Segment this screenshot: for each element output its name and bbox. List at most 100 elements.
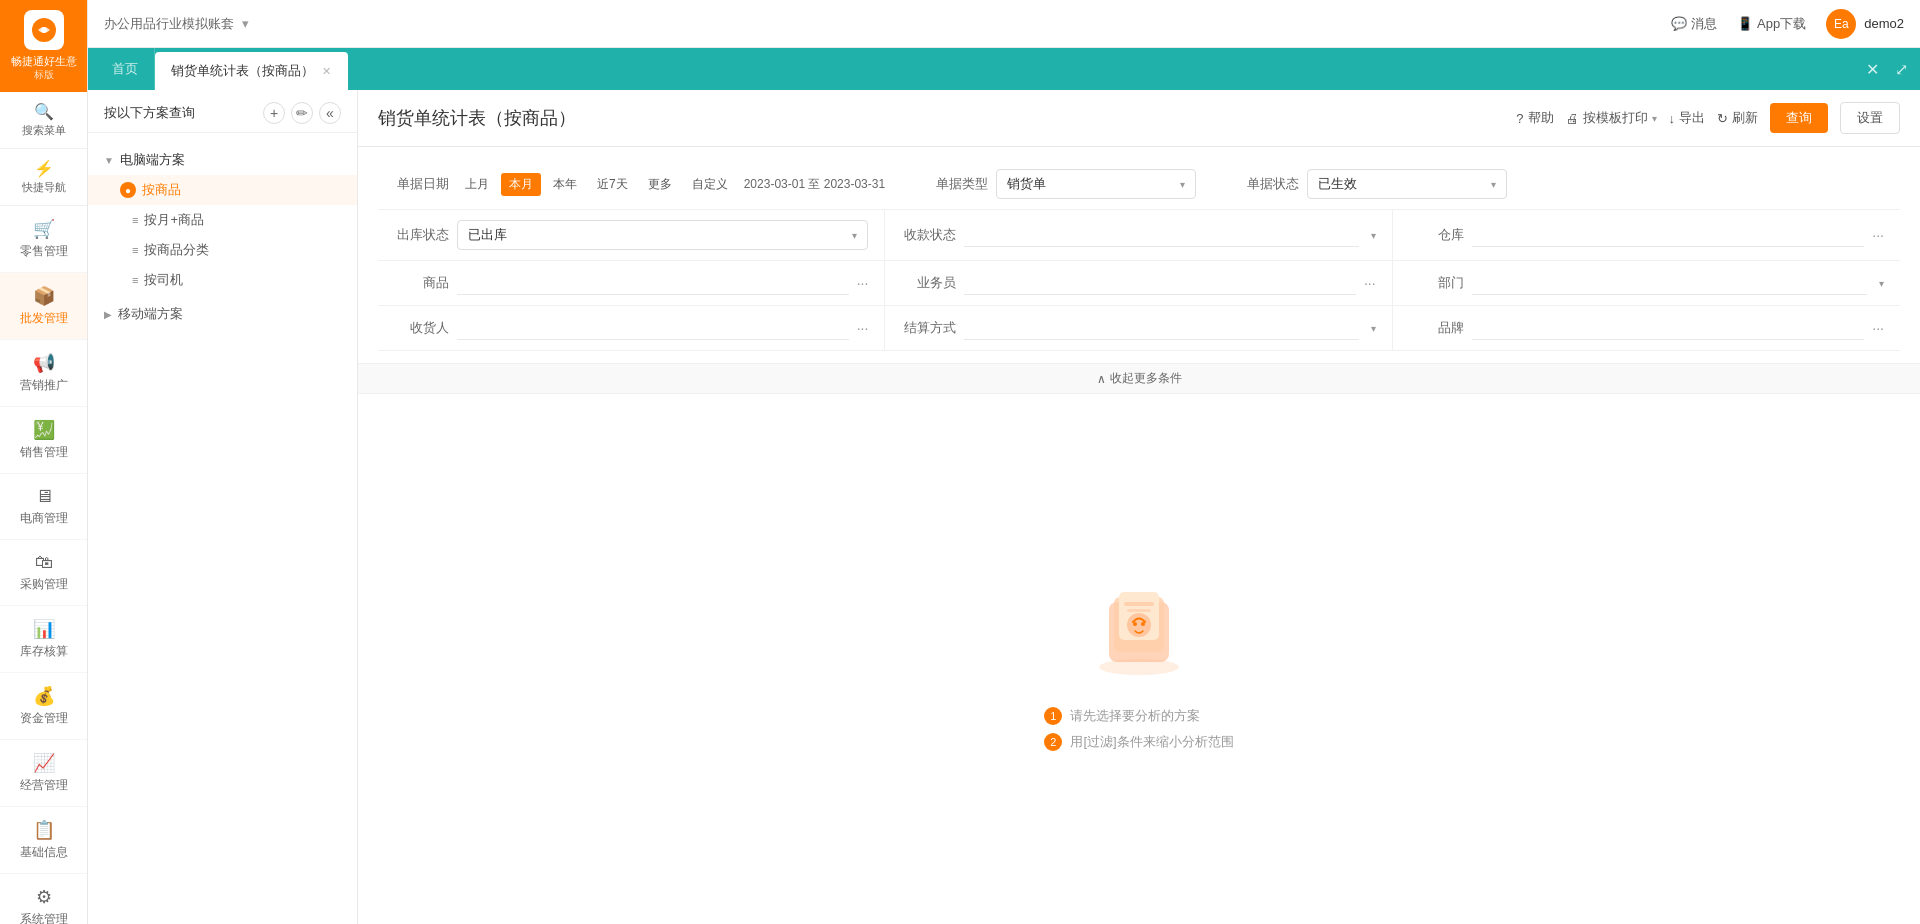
salesperson-input[interactable] (964, 271, 1356, 295)
collapse-bar[interactable]: ∧ 收起更多条件 (358, 363, 1920, 394)
collapse-icon: « (326, 105, 334, 121)
collapse-panel-btn[interactable]: « (319, 102, 341, 124)
filter-area: 单据日期 上月 本月 本年 近7天 更多 自定义 2023-03-01 至 20… (358, 147, 1920, 363)
sidebar-item-operations[interactable]: 📈 经营管理 (0, 740, 87, 807)
help-btn[interactable]: ? 帮助 (1516, 109, 1553, 127)
query-btn[interactable]: 查询 (1770, 103, 1828, 133)
sidebar-item-wholesale[interactable]: 📦 批发管理 (0, 273, 87, 340)
export-label: 导出 (1679, 109, 1705, 127)
export-btn[interactable]: ↓ 导出 (1669, 109, 1706, 127)
add-scheme-btn[interactable]: + (263, 102, 285, 124)
doc-type-label: 单据类型 (933, 175, 988, 193)
search-menu-btn[interactable]: 🔍 搜索菜单 (0, 92, 87, 149)
search-icon: 🔍 (34, 102, 54, 121)
inventory-icon: 📊 (33, 618, 55, 640)
app-download-btn[interactable]: 📱 App下载 (1737, 15, 1806, 33)
warehouse-input[interactable] (1472, 223, 1865, 247)
doc-status-select[interactable]: 已生效 ▾ (1307, 169, 1507, 199)
date-tab-more[interactable]: 更多 (640, 173, 680, 196)
scheme-by-machine[interactable]: ≡ 按司机 (88, 265, 357, 295)
department-input[interactable] (1472, 271, 1867, 295)
tab-sales-stats[interactable]: 销货单统计表（按商品） ✕ (155, 52, 348, 90)
date-tab-this-month[interactable]: 本月 (501, 173, 541, 196)
main-area: 办公用品行业模拟账套 ▾ 💬 消息 📱 App下载 Ea demo2 首页 (88, 0, 1920, 924)
date-tab-last-month[interactable]: 上月 (457, 173, 497, 196)
collapse-label: 收起更多条件 (1110, 370, 1182, 387)
sidebar-item-ecommerce[interactable]: 🖥 电商管理 (0, 474, 87, 540)
receipt-status-label: 收款状态 (901, 226, 956, 244)
product-input[interactable] (457, 271, 849, 295)
doc-status-label: 单据状态 (1244, 175, 1299, 193)
topbar-left: 办公用品行业模拟账套 ▾ (104, 15, 1655, 33)
sidebar-item-marketing[interactable]: 📢 营销推广 (0, 340, 87, 407)
doc-type-select[interactable]: 销货单 ▾ (996, 169, 1196, 199)
receiver-value: ··· (457, 316, 868, 340)
scheme-by-product[interactable]: ● 按商品 (88, 175, 357, 205)
refresh-btn[interactable]: ↻ 刷新 (1717, 109, 1758, 127)
empty-state: 1 请先选择要分析的方案 2 用[过滤]条件来缩小分析范围 (358, 394, 1920, 924)
pc-scheme-group-title[interactable]: ▼ 电脑端方案 (88, 145, 357, 175)
warehouse-more-icon[interactable]: ··· (1872, 227, 1884, 243)
pc-scheme-group: ▼ 电脑端方案 ● 按商品 ≡ 按月+商品 ≡ 按商品分类 (88, 141, 357, 299)
doc-icon-1: ≡ (132, 214, 138, 226)
scheme-month-product[interactable]: ≡ 按月+商品 (88, 205, 357, 235)
sidebar-item-retail[interactable]: 🛒 零售管理 (0, 206, 87, 273)
shortcut-label: 快捷导航 (22, 180, 66, 195)
app-logo[interactable]: 畅捷通好生意 标版 (0, 0, 88, 92)
print-dropdown-icon[interactable]: ▾ (1652, 113, 1657, 124)
sidebar-item-sales[interactable]: 💹 销售管理 (0, 407, 87, 474)
out-status-select[interactable]: 已出库 ▾ (457, 220, 868, 250)
shortcut-nav-btn[interactable]: ⚡ 快捷导航 (0, 149, 87, 206)
finance-icon: 💰 (33, 685, 55, 707)
message-btn[interactable]: 💬 消息 (1671, 15, 1717, 33)
date-tab-this-year[interactable]: 本年 (545, 173, 585, 196)
user-menu-btn[interactable]: Ea demo2 (1826, 9, 1904, 39)
sidebar-item-system[interactable]: ⚙ 系统管理 (0, 874, 87, 924)
payment-arrow-icon: ▾ (1371, 323, 1376, 334)
empty-tip-2: 2 用[过滤]条件来缩小分析范围 (1044, 733, 1233, 751)
sidebar-item-label: 营销推广 (20, 377, 68, 394)
help-label: 帮助 (1528, 109, 1554, 127)
empty-tips: 1 请先选择要分析的方案 2 用[过滤]条件来缩小分析范围 (1044, 707, 1233, 751)
doc-type-arrow-icon: ▾ (1180, 179, 1185, 190)
sidebar-item-inventory[interactable]: 📊 库存核算 (0, 606, 87, 673)
receiver-input[interactable] (457, 316, 849, 340)
mobile-scheme-group[interactable]: ▶ 移动端方案 (88, 299, 357, 329)
brand-value: ··· (1472, 316, 1884, 340)
print-btn[interactable]: 🖨 按模板打印 ▾ (1566, 109, 1657, 127)
operations-icon: 📈 (33, 752, 55, 774)
receipt-status-input[interactable] (964, 223, 1358, 247)
sidebar-item-finance[interactable]: 💰 资金管理 (0, 673, 87, 740)
settings-btn[interactable]: 设置 (1840, 102, 1900, 134)
dropdown-arrow-icon[interactable]: ▾ (242, 16, 249, 31)
tab-expand-btn[interactable]: ⤢ (1891, 56, 1912, 83)
retail-icon: 🛒 (33, 218, 55, 240)
scheme-product-category[interactable]: ≡ 按商品分类 (88, 235, 357, 265)
receiver-more-icon[interactable]: ··· (857, 320, 869, 336)
payment-input[interactable] (964, 316, 1358, 340)
brand-input[interactable] (1472, 316, 1865, 340)
sidebar-item-basic[interactable]: 📋 基础信息 (0, 807, 87, 874)
message-icon: 💬 (1671, 16, 1687, 31)
page-title: 销货单统计表（按商品） (378, 106, 576, 130)
date-tab-custom[interactable]: 自定义 (684, 173, 736, 196)
sidebar-item-label: 电商管理 (20, 510, 68, 527)
content-area: 按以下方案查询 + ✏ « ▼ 电脑端方案 (88, 90, 1920, 924)
tip-text-1: 请先选择要分析的方案 (1070, 707, 1200, 725)
date-tab-7days[interactable]: 近7天 (589, 173, 636, 196)
filter-row-4: 收货人 ··· 结算方式 ▾ 品牌 (378, 306, 1900, 351)
salesperson-cell: 业务员 ··· (885, 261, 1392, 305)
tab-home[interactable]: 首页 (96, 48, 155, 90)
edit-scheme-btn[interactable]: ✏ (291, 102, 313, 124)
tab-close-window-btn[interactable]: ✕ (1862, 56, 1883, 83)
department-cell: 部门 ▾ (1393, 261, 1900, 305)
doc-icon-2: ≡ (132, 244, 138, 256)
brand-more-icon[interactable]: ··· (1872, 320, 1884, 336)
brand-label: 品牌 (1409, 319, 1464, 337)
empty-tip-1: 1 请先选择要分析的方案 (1044, 707, 1233, 725)
product-more-icon[interactable]: ··· (857, 275, 869, 291)
salesperson-more-icon[interactable]: ··· (1364, 275, 1376, 291)
tab-close-btn[interactable]: ✕ (322, 65, 331, 78)
salesperson-value: ··· (964, 271, 1375, 295)
sidebar-item-purchase[interactable]: 🛍 采购管理 (0, 540, 87, 606)
